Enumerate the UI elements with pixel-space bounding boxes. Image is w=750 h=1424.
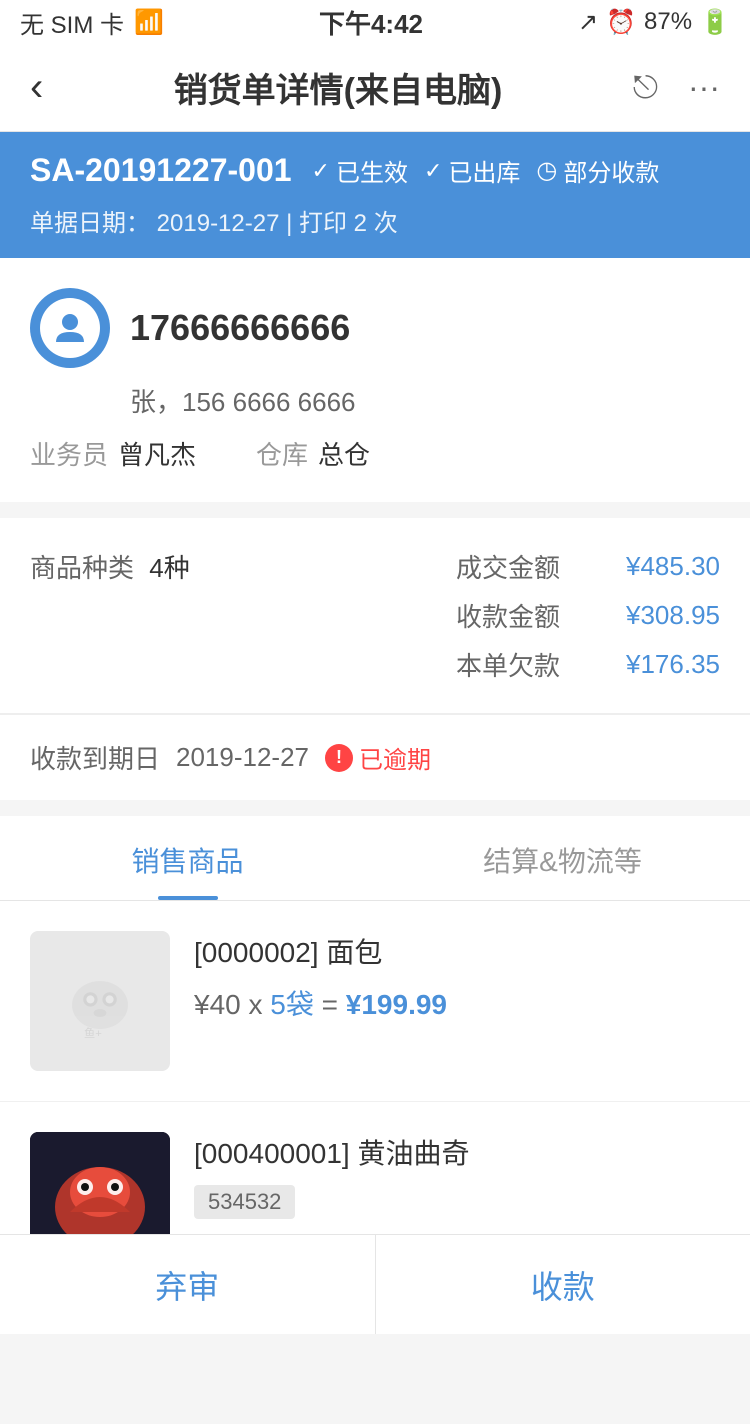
check-icon-1: ✓ xyxy=(312,158,330,184)
badge-effective-label: 已生效 xyxy=(336,153,408,188)
stat-row-3: 本单欠款 ¥176.35 xyxy=(456,646,720,683)
status-right: ↗ ⏰ 87% 🔋 xyxy=(578,8,730,37)
product-title-2: 黄油曲奇 xyxy=(358,1138,470,1169)
price-base-1: ¥40 x xyxy=(194,989,270,1020)
avatar-icon xyxy=(40,298,100,358)
bottom-bar: 弃审 收款 xyxy=(0,1234,750,1334)
tab-settlement-label: 结算&物流等 xyxy=(483,846,642,877)
salesperson-name: 曾凡杰 xyxy=(118,435,196,472)
status-left: 无 SIM 卡 📶 xyxy=(20,5,164,40)
customer-name-phone: 张，156 6666 6666 xyxy=(130,382,720,419)
category-label: 商品种类 xyxy=(30,553,134,583)
due-date-value: 2019-12-27 xyxy=(176,742,309,773)
stat-label-3: 本单欠款 xyxy=(456,646,560,683)
status-badges: ✓ 已生效 ✓ 已出库 ◷ 部分收款 xyxy=(312,153,660,188)
salesperson-item: 业务员 曾凡杰 xyxy=(30,435,196,472)
customer-section: 17666666666 张，156 6666 6666 业务员 曾凡杰 仓库 总… xyxy=(0,258,750,502)
product-price-1: ¥40 x 5袋 = ¥199.99 xyxy=(194,983,720,1023)
clock-icon: ◷ xyxy=(536,156,557,185)
no-sim-label: 无 SIM 卡 xyxy=(20,5,124,40)
check-icon-2: ✓ xyxy=(424,158,442,184)
price-eq-1: = xyxy=(322,989,346,1020)
stat-row-2: 收款金额 ¥308.95 xyxy=(456,597,720,634)
overdue-label: 已逾期 xyxy=(359,740,431,775)
cancel-button[interactable]: 弃审 xyxy=(0,1235,375,1334)
product-name-2: [000400001] 黄油曲奇 xyxy=(194,1132,720,1172)
product-image-1: 鱼+ xyxy=(30,931,170,1071)
customer-meta: 业务员 曾凡杰 仓库 总仓 xyxy=(30,435,720,472)
tab-settlement[interactable]: 结算&物流等 xyxy=(375,816,750,900)
svg-text:鱼+: 鱼+ xyxy=(84,1026,102,1040)
stats-right: 成交金额 ¥485.30 收款金额 ¥308.95 本单欠款 ¥176.35 xyxy=(456,548,720,683)
product-info-1: [0000002] 面包 ¥40 x 5袋 = ¥199.99 xyxy=(194,931,720,1023)
category-count: 商品种类 4种 xyxy=(30,548,190,585)
product-placeholder-icon: 鱼+ xyxy=(60,961,140,1041)
stats-section: 商品种类 4种 成交金额 ¥485.30 收款金额 ¥308.95 本单欠款 ¥… xyxy=(0,518,750,714)
warehouse-name: 总仓 xyxy=(318,435,370,472)
badge-shipped-label: 已出库 xyxy=(448,153,520,188)
status-bar: 无 SIM 卡 📶 下午4:42 ↗ ⏰ 87% 🔋 xyxy=(0,0,750,44)
stat-label-1: 成交金额 xyxy=(456,548,560,585)
date-label: 单据日期： xyxy=(30,210,150,237)
badge-shipped: ✓ 已出库 xyxy=(424,153,520,188)
stat-value-3: ¥176.35 xyxy=(580,649,720,680)
tabs-section: 销售商品 结算&物流等 xyxy=(0,816,750,901)
overdue-dot-icon: ! xyxy=(325,744,353,772)
cancel-label: 弃审 xyxy=(155,1262,219,1308)
salesperson-label: 业务员 xyxy=(30,435,108,472)
product-title-1: 面包 xyxy=(326,937,382,968)
stat-value-2: ¥308.95 xyxy=(580,600,720,631)
alarm-icon: ⏰ xyxy=(606,8,636,37)
tab-products-label: 销售商品 xyxy=(131,846,243,877)
order-id: SA-20191227-001 xyxy=(30,152,292,189)
product-code-2: [000400001] xyxy=(194,1138,350,1169)
warehouse-label: 仓库 xyxy=(256,435,308,472)
badge-effective: ✓ 已生效 xyxy=(312,153,408,188)
nav-icons: ⎋ ··· xyxy=(633,69,720,107)
product-code-1: [0000002] xyxy=(194,937,319,968)
stat-row-1: 成交金额 ¥485.30 xyxy=(456,548,720,585)
location-icon: ↗ xyxy=(578,8,598,37)
badge-partial-label: 部分收款 xyxy=(563,153,659,188)
stat-label-2: 收款金额 xyxy=(456,597,560,634)
tab-products[interactable]: 销售商品 xyxy=(0,816,375,900)
page-title: 销货单详情(来自电脑) xyxy=(174,63,503,112)
category-value: 4种 xyxy=(149,553,189,583)
avatar xyxy=(30,288,110,368)
confirm-button[interactable]: 收款 xyxy=(375,1235,750,1334)
customer-phone: 17666666666 xyxy=(130,307,350,349)
back-button[interactable]: ‹ xyxy=(30,65,43,110)
customer-row: 17666666666 xyxy=(30,288,720,368)
nav-bar: ‹ 销货单详情(来自电脑) ⎋ ··· xyxy=(0,44,750,132)
warehouse-item: 仓库 总仓 xyxy=(256,435,370,472)
battery-label: 87% xyxy=(644,8,692,36)
price-total-1: ¥199.99 xyxy=(346,989,447,1020)
share-icon[interactable]: ⎋ xyxy=(633,69,658,107)
price-qty-1: 5袋 xyxy=(270,989,314,1020)
order-date-row: 单据日期： 2019-12-27 | 打印 2 次 xyxy=(30,203,720,238)
badge-partial-payment: ◷ 部分收款 xyxy=(536,153,659,188)
due-date-section: 收款到期日 2019-12-27 ! 已逾期 xyxy=(0,714,750,800)
wifi-icon: 📶 xyxy=(134,8,164,37)
order-date: 2019-12-27 xyxy=(157,210,280,237)
product-name-1: [0000002] 面包 xyxy=(194,931,720,971)
status-time: 下午4:42 xyxy=(319,4,423,41)
more-icon[interactable]: ··· xyxy=(688,69,720,106)
overdue-badge: ! 已逾期 xyxy=(325,740,431,775)
order-header: SA-20191227-001 ✓ 已生效 ✓ 已出库 ◷ 部分收款 单据日期：… xyxy=(0,132,750,258)
list-item: 鱼+ [0000002] 面包 ¥40 x 5袋 = ¥199.99 xyxy=(0,901,750,1102)
confirm-label: 收款 xyxy=(531,1262,595,1308)
stat-value-1: ¥485.30 xyxy=(580,551,720,582)
due-date-label: 收款到期日 xyxy=(30,739,160,776)
product-tag-2: 534532 xyxy=(194,1185,295,1219)
battery-icon: 🔋 xyxy=(700,8,730,37)
print-info: | 打印 2 次 xyxy=(286,210,398,237)
